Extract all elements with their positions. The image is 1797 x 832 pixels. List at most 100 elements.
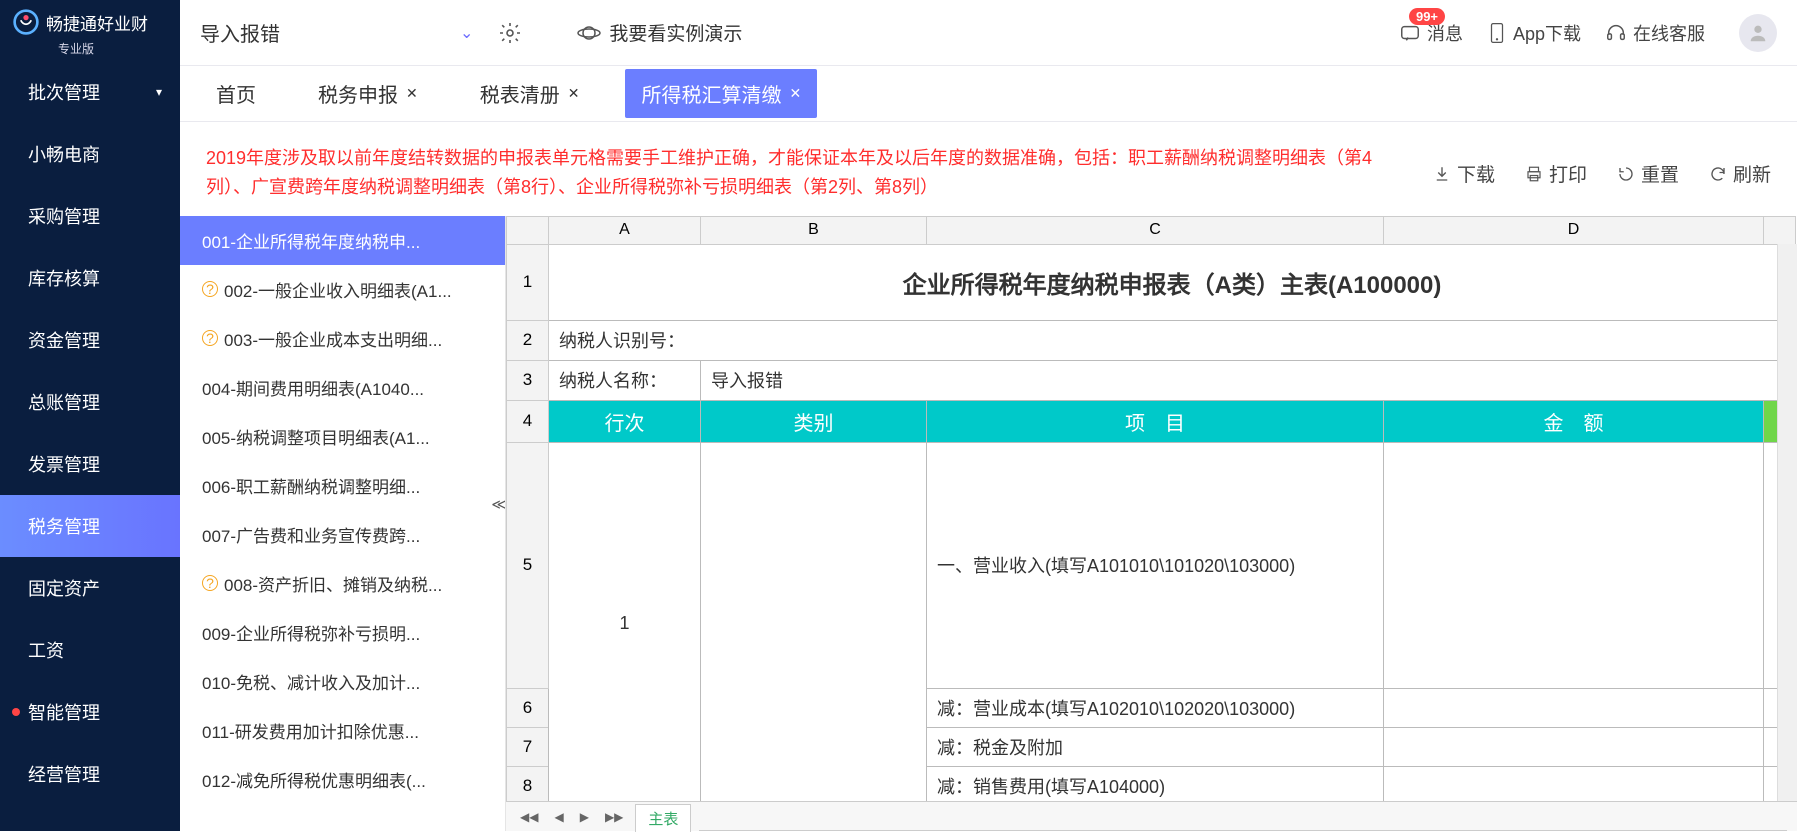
close-icon[interactable]: ✕ [568, 85, 580, 102]
cell[interactable] [1384, 442, 1764, 688]
row-head[interactable]: 1 [507, 244, 549, 320]
page-tabs: 首页税务申报✕税表清册✕所得税汇算清缴✕ [180, 66, 1797, 122]
tab[interactable]: 首页 [200, 69, 272, 118]
toolbar-actions: 下载 打印 重置 刷新 [1433, 144, 1771, 187]
content: 001-企业所得税年度纳税申...?002-一般企业收入明细表(A1...?00… [180, 216, 1797, 831]
tree-item[interactable]: ?008-资产折旧、摊销及纳税... [180, 559, 505, 608]
sheet-nav-prev[interactable]: ◀ [550, 808, 567, 826]
collapse-panel-button[interactable]: ≪ [491, 496, 506, 513]
row-head[interactable]: 5 [507, 442, 549, 688]
sheet-tab[interactable]: 主表 [635, 804, 691, 832]
cell[interactable]: 减：营业成本(填写A102010\102020\103000) [927, 688, 1384, 727]
row-head[interactable]: 2 [507, 320, 549, 360]
cell[interactable] [701, 442, 927, 801]
tree-item[interactable]: 001-企业所得税年度纳税申... [180, 216, 505, 265]
cell[interactable]: 1 [549, 442, 701, 801]
sidebar-item-label: 小畅电商 [28, 145, 100, 165]
planet-icon [577, 21, 601, 45]
entity-selector[interactable]: 导入报错 ⌄ [200, 18, 473, 47]
sheet-nav-next[interactable]: ▶ [576, 808, 593, 826]
col-head-D[interactable]: D [1384, 216, 1764, 244]
col-head-E[interactable] [1764, 216, 1796, 244]
sheet-nav-first[interactable]: ◀◀ [516, 808, 542, 826]
sidebar-item-label: 智能管理 [28, 703, 100, 723]
tree-item[interactable]: 005-纳税调整项目明细表(A1... [180, 412, 505, 461]
tree-item[interactable]: 006-职工薪酬纳税调整明细... [180, 461, 505, 510]
tab[interactable]: 所得税汇算清缴✕ [625, 69, 817, 118]
tree-item[interactable]: 004-期间费用明细表(A1040... [180, 363, 505, 412]
download-label: 下载 [1457, 160, 1495, 187]
download-button[interactable]: 下载 [1433, 160, 1495, 187]
sidebar-item-asset[interactable]: 固定资产 [0, 557, 180, 619]
header-cell[interactable]: 行次 [549, 400, 701, 442]
sidebar-item-inventory[interactable]: 库存核算 [0, 247, 180, 309]
service-label: 在线客服 [1633, 20, 1705, 46]
sheet-nav-last[interactable]: ▶▶ [601, 808, 627, 826]
cell[interactable]: 减：销售费用(填写A104000) [927, 766, 1384, 801]
sidebar-item-salary[interactable]: 工资 [0, 619, 180, 681]
tab[interactable]: 税表清册✕ [464, 69, 596, 118]
message-button[interactable]: 99+ 消息 [1399, 20, 1463, 46]
tree-item-label: 001-企业所得税年度纳税申... [202, 228, 420, 253]
sidebar-item-fund[interactable]: 资金管理 [0, 309, 180, 371]
header-cell[interactable]: 项 目 [927, 400, 1384, 442]
tree-item[interactable]: 007-广告费和业务宣传费跨... [180, 510, 505, 559]
tree-item[interactable]: ?002-一般企业收入明细表(A1... [180, 265, 505, 314]
service-button[interactable]: 在线客服 [1605, 20, 1705, 46]
sidebar-item-invoice[interactable]: 发票管理 [0, 433, 180, 495]
print-button[interactable]: 打印 [1525, 160, 1587, 187]
cell[interactable]: 纳税人名称： [549, 360, 701, 400]
settings-button[interactable] [493, 16, 527, 50]
cell[interactable]: 导入报错 [701, 360, 1796, 400]
sidebar-item-purchase[interactable]: 采购管理 [0, 185, 180, 247]
row-head[interactable]: 4 [507, 400, 549, 442]
cell[interactable] [1384, 688, 1764, 727]
close-icon[interactable]: ✕ [406, 85, 418, 102]
tree-item-label: 009-企业所得税弥补亏损明... [202, 620, 420, 645]
tree-item[interactable]: 010-免税、减计收入及加计... [180, 657, 505, 706]
tree-item[interactable]: 009-企业所得税弥补亏损明... [180, 608, 505, 657]
tree-item[interactable]: ?003-一般企业成本支出明细... [180, 314, 505, 363]
logo-icon [12, 8, 40, 36]
sidebar-item-operate[interactable]: 经营管理 [0, 743, 180, 805]
reset-button[interactable]: 重置 [1617, 160, 1679, 187]
col-head-C[interactable]: C [927, 216, 1384, 244]
sidebar-item-ledger[interactable]: 总账管理 [0, 371, 180, 433]
vertical-scrollbar[interactable] [1777, 244, 1797, 801]
sidebar-item-tax[interactable]: 税务管理 [0, 495, 180, 557]
cell[interactable]: 减：税金及附加 [927, 727, 1384, 766]
tree-item-label: 011-研发费用加计扣除优惠... [202, 718, 419, 743]
row-head[interactable]: 3 [507, 360, 549, 400]
row-head[interactable]: 7 [507, 727, 549, 766]
user-avatar[interactable] [1739, 14, 1777, 52]
sidebar-item-label: 工资 [28, 641, 64, 661]
cell[interactable] [1384, 766, 1764, 801]
cell[interactable]: 纳税人识别号： [549, 320, 1796, 360]
chevron-down-icon: ▾ [156, 85, 162, 99]
close-icon[interactable]: ✕ [789, 85, 801, 102]
header-cell[interactable]: 金 额 [1384, 400, 1764, 442]
cell[interactable] [1384, 727, 1764, 766]
tree-item[interactable]: 012-减免所得税优惠明细表(... [180, 755, 505, 804]
sidebar-menu: 批次管理▾ 小畅电商采购管理库存核算资金管理总账管理发票管理税务管理固定资产工资智… [0, 61, 180, 831]
grid-corner[interactable] [507, 216, 549, 244]
col-head-A[interactable]: A [549, 216, 701, 244]
row-head[interactable]: 8 [507, 766, 549, 801]
tab[interactable]: 税务申报 ✕ [302, 69, 434, 118]
row-head[interactable]: 6 [507, 688, 549, 727]
refresh-button[interactable]: 刷新 [1709, 160, 1771, 187]
sidebar-item-shop[interactable]: 小畅电商 [0, 123, 180, 185]
cell[interactable]: 一、营业收入(填写A101010\101020\103000) [927, 442, 1384, 688]
demo-link[interactable]: 我要看实例演示 [577, 19, 742, 46]
col-head-B[interactable]: B [701, 216, 927, 244]
top-actions: 99+ 消息 App下载 在线客服 [1399, 14, 1777, 52]
sidebar-item-smart[interactable]: 智能管理 [0, 681, 180, 743]
tab-label: 税务申报 [318, 79, 398, 108]
sidebar-item-batch[interactable]: 批次管理▾ [0, 61, 180, 123]
sidebar-item-label: 发票管理 [28, 455, 100, 475]
sheet-title[interactable]: 企业所得税年度纳税申报表（A类）主表(A100000) [549, 244, 1796, 320]
app-download-button[interactable]: App下载 [1487, 20, 1581, 46]
grid-scroll[interactable]: A B C D 1 企业所得税年度纳税申报表（A类）主表(A100000) 2 … [506, 216, 1797, 801]
header-cell[interactable]: 类别 [701, 400, 927, 442]
tree-item[interactable]: 011-研发费用加计扣除优惠... [180, 706, 505, 755]
